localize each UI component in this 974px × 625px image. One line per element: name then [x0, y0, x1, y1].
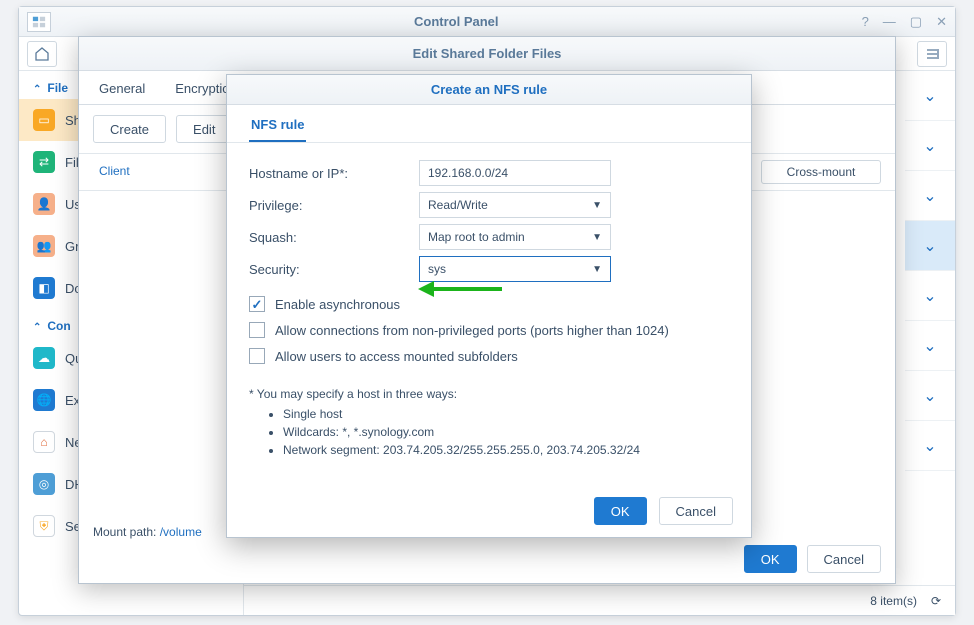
squash-select[interactable]: Map root to admin▼	[419, 224, 611, 250]
row-expand[interactable]: ⌄	[905, 121, 955, 171]
sort-icon	[924, 46, 940, 62]
network-icon: ⌂	[33, 431, 55, 453]
label-privilege: Privilege:	[249, 198, 419, 213]
home-icon	[34, 46, 50, 62]
nonpriv-checkbox[interactable]	[249, 322, 265, 338]
chevron-down-icon: ▼	[592, 264, 602, 275]
app-icon	[27, 12, 51, 32]
nonpriv-label: Allow connections from non-privileged po…	[275, 323, 669, 338]
tabstrip: NFS rule	[227, 109, 751, 143]
window-titlebar: Control Panel ? — ▢ ✕	[19, 7, 955, 37]
subfolders-label: Allow users to access mounted subfolders	[275, 349, 518, 364]
mount-path: Mount path: /volume	[93, 525, 202, 539]
minimize-icon[interactable]: —	[883, 14, 896, 30]
label-squash: Squash:	[249, 230, 419, 245]
dialog-title: Edit Shared Folder Files	[79, 37, 895, 71]
globe-icon: 🌐	[33, 389, 55, 411]
user-icon: 👤	[33, 193, 55, 215]
cancel-button[interactable]: Cancel	[807, 545, 881, 573]
nfs-form: Hostname or IP*: Privilege: Read/Write▼ …	[227, 143, 751, 373]
tab-nfs-rule[interactable]: NFS rule	[249, 109, 306, 142]
row-expand[interactable]: ⌄	[905, 221, 955, 271]
ok-button[interactable]: OK	[744, 545, 797, 573]
edit-button[interactable]: Edit	[176, 115, 232, 143]
folder-share-icon: ▭	[33, 109, 55, 131]
close-icon[interactable]: ✕	[936, 14, 947, 30]
row-expand[interactable]: ⌄	[905, 71, 955, 121]
window-title: Control Panel	[51, 14, 862, 29]
nfs-rule-dialog: Create an NFS rule NFS rule Hostname or …	[226, 74, 752, 538]
subfolders-checkbox[interactable]	[249, 348, 265, 364]
maximize-icon[interactable]: ▢	[910, 14, 922, 30]
help-icon[interactable]: ?	[862, 14, 869, 30]
row-expand[interactable]: ⌄	[905, 371, 955, 421]
group-icon: 👥	[33, 235, 55, 257]
tab-general[interactable]: General	[93, 73, 151, 104]
security-select[interactable]: sys▼	[419, 256, 611, 282]
file-services-icon: ⇄	[33, 151, 55, 173]
sort-button[interactable]	[917, 41, 947, 67]
row-expand[interactable]: ⌄	[905, 171, 955, 221]
domain-icon: ◧	[33, 277, 55, 299]
shield-icon: ⛨	[33, 515, 55, 537]
label-security: Security:	[249, 262, 419, 277]
row-expand[interactable]: ⌄	[905, 321, 955, 371]
dialog-title: Create an NFS rule	[227, 75, 751, 105]
async-checkbox[interactable]	[249, 296, 265, 312]
dhcp-icon: ◎	[33, 473, 55, 495]
chevron-down-icon: ▼	[592, 232, 602, 243]
row-expand[interactable]: ⌄	[905, 421, 955, 471]
ok-button[interactable]: OK	[594, 497, 647, 525]
hostname-input[interactable]	[419, 160, 611, 186]
cancel-button[interactable]: Cancel	[659, 497, 733, 525]
create-button[interactable]: Create	[93, 115, 166, 143]
col-cross-mount[interactable]: Cross-mount	[761, 160, 881, 184]
cloud-icon: ☁	[33, 347, 55, 369]
async-label: Enable asynchronous	[275, 297, 400, 312]
label-hostname: Hostname or IP*:	[249, 166, 419, 181]
item-count: 8 item(s)	[870, 594, 917, 608]
home-button[interactable]	[27, 41, 57, 67]
row-expand[interactable]: ⌄	[905, 271, 955, 321]
privilege-select[interactable]: Read/Write▼	[419, 192, 611, 218]
chevron-down-icon: ▼	[592, 200, 602, 211]
status-bar: 8 item(s) ⟳	[244, 585, 955, 615]
row-chevrons: ⌄ ⌄ ⌄ ⌄ ⌄ ⌄ ⌄ ⌄	[905, 71, 955, 585]
refresh-icon[interactable]: ⟳	[931, 594, 941, 608]
hint-text: * You may specify a host in three ways: …	[227, 373, 751, 459]
